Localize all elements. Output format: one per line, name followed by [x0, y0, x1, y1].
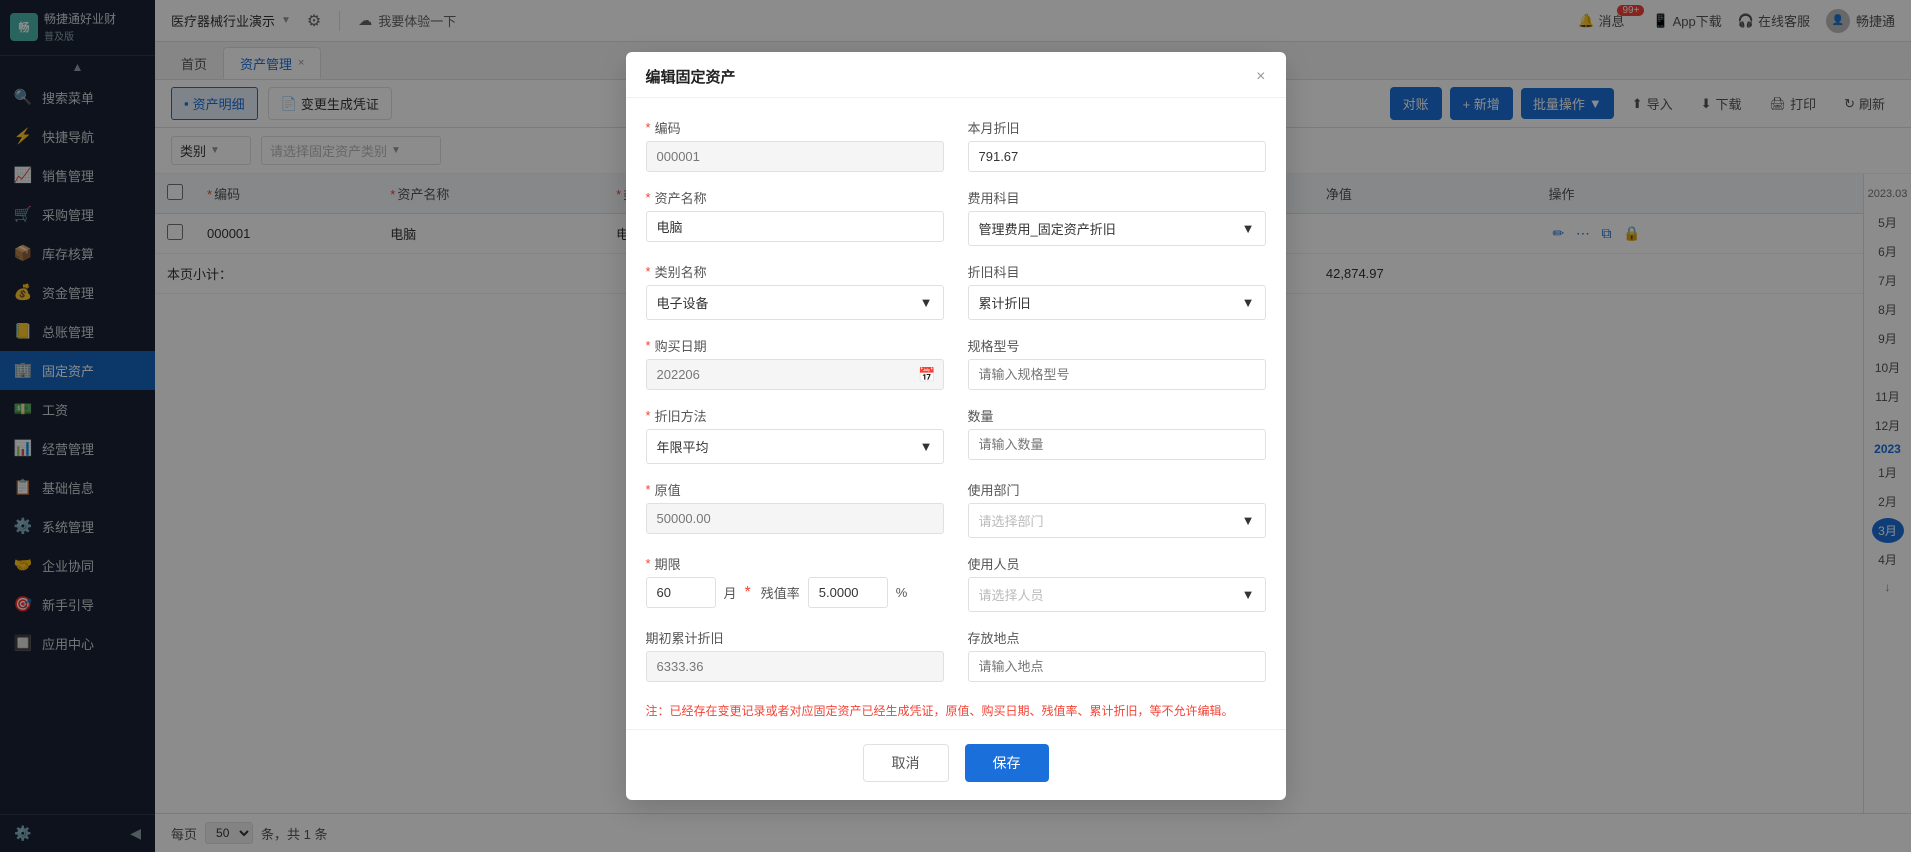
purchase-date-input[interactable]	[646, 359, 944, 390]
form-row-period: * 期限 月 * 残值率 %	[646, 554, 944, 612]
dep-method-select[interactable]: 年限平均 ▼	[646, 429, 944, 464]
dialog-body: * 编码 本月折旧 * 资产名称	[626, 98, 1286, 702]
residual-rate-label: 残值率	[761, 583, 800, 602]
purchase-date-label: * 购买日期	[646, 336, 944, 355]
department-placeholder: 请选择部门	[979, 511, 1044, 530]
dialog-close-icon[interactable]: ×	[1256, 68, 1265, 86]
dep-method-label: * 折旧方法	[646, 406, 944, 425]
original-value-input[interactable]	[646, 503, 944, 534]
spec-model-label: 规格型号	[968, 336, 1266, 355]
category-name-select[interactable]: 电子设备 ▼	[646, 285, 944, 320]
original-value-label: * 原值	[646, 480, 944, 499]
form-row-monthly-depreciation: 本月折旧	[968, 118, 1266, 172]
category-name-value: 电子设备	[657, 293, 709, 312]
form-row-department: 使用部门 请选择部门 ▼	[968, 480, 1266, 538]
expense-subject-select[interactable]: 管理费用_固定资产折旧 ▼	[968, 211, 1266, 246]
quantity-label: 数量	[968, 406, 1266, 425]
asset-name-input[interactable]	[646, 211, 944, 242]
form-row-depreciation-subject: 折旧科目 累计折旧 ▼	[968, 262, 1266, 320]
form-row-storage: 存放地点	[968, 628, 1266, 682]
user-select[interactable]: 请选择人员 ▼	[968, 577, 1266, 612]
user-placeholder: 请选择人员	[979, 585, 1044, 604]
depreciation-subject-value: 累计折旧	[979, 293, 1031, 312]
period-input[interactable]	[646, 577, 716, 608]
initial-dep-input[interactable]	[646, 651, 944, 682]
department-select[interactable]: 请选择部门 ▼	[968, 503, 1266, 538]
form-row-original-value: * 原值	[646, 480, 944, 538]
cancel-button[interactable]: 取消	[863, 744, 949, 782]
form-row-quantity: 数量	[968, 406, 1266, 464]
form-row-user: 使用人员 请选择人员 ▼	[968, 554, 1266, 612]
expense-subject-value: 管理费用_固定资产折旧	[979, 219, 1116, 238]
period-unit: 月	[724, 583, 737, 602]
depreciation-subject-select[interactable]: 累计折旧 ▼	[968, 285, 1266, 320]
dialog-note: 注：已经存在变更记录或者对应固定资产已经生成凭证，原值、购买日期、残值率、累计折…	[626, 702, 1286, 729]
form-row-category-name: * 类别名称 电子设备 ▼	[646, 262, 944, 320]
chevron-down-icon: ▼	[920, 295, 933, 310]
residual-rate-input[interactable]	[808, 577, 888, 608]
asset-name-label: * 资产名称	[646, 188, 944, 207]
dialog-note-text: 注：已经存在变更记录或者对应固定资产已经生成凭证，原值、购买日期、残值率、累计折…	[646, 704, 1234, 718]
form-row-purchase-date: * 购买日期 📅	[646, 336, 944, 390]
save-button[interactable]: 保存	[965, 744, 1049, 782]
form-row-asset-name: * 资产名称	[646, 188, 944, 246]
code-label: * 编码	[646, 118, 944, 137]
monthly-dep-label: 本月折旧	[968, 118, 1266, 137]
code-input[interactable]	[646, 141, 944, 172]
residual-rate-unit: %	[896, 585, 908, 600]
chevron-down-icon: ▼	[1242, 587, 1255, 602]
form-row-dep-method: * 折旧方法 年限平均 ▼	[646, 406, 944, 464]
dialog-title: 编辑固定资产	[646, 66, 736, 87]
period-inline: 月 * 残值率 %	[646, 577, 944, 608]
initial-dep-label: 期初累计折旧	[646, 628, 944, 647]
category-name-label: * 类别名称	[646, 262, 944, 281]
monthly-depreciation-input[interactable]	[968, 141, 1266, 172]
user-label: 使用人员	[968, 554, 1266, 573]
form-row-expense-subject: 费用科目 管理费用_固定资产折旧 ▼	[968, 188, 1266, 246]
dep-method-value: 年限平均	[657, 437, 709, 456]
calendar-icon[interactable]: 📅	[918, 366, 935, 383]
storage-label: 存放地点	[968, 628, 1266, 647]
form-row-initial-dep: 期初累计折旧	[646, 628, 944, 682]
chevron-down-icon: ▼	[1242, 513, 1255, 528]
quantity-input[interactable]	[968, 429, 1266, 460]
expense-subject-label: 费用科目	[968, 188, 1266, 207]
form-row-code: * 编码	[646, 118, 944, 172]
modal-overlay: 编辑固定资产 × * 编码 本月折旧 *	[0, 0, 1911, 852]
chevron-down-icon: ▼	[1242, 221, 1255, 236]
dialog-footer: 取消 保存	[626, 729, 1286, 800]
period-label: * 期限	[646, 554, 944, 573]
edit-asset-dialog: 编辑固定资产 × * 编码 本月折旧 *	[626, 52, 1286, 800]
form-row-spec-model: 规格型号	[968, 336, 1266, 390]
storage-input[interactable]	[968, 651, 1266, 682]
dialog-header: 编辑固定资产 ×	[626, 52, 1286, 98]
spec-model-input[interactable]	[968, 359, 1266, 390]
department-label: 使用部门	[968, 480, 1266, 499]
chevron-down-icon: ▼	[1242, 295, 1255, 310]
chevron-down-icon: ▼	[920, 439, 933, 454]
dep-subject-label: 折旧科目	[968, 262, 1266, 281]
